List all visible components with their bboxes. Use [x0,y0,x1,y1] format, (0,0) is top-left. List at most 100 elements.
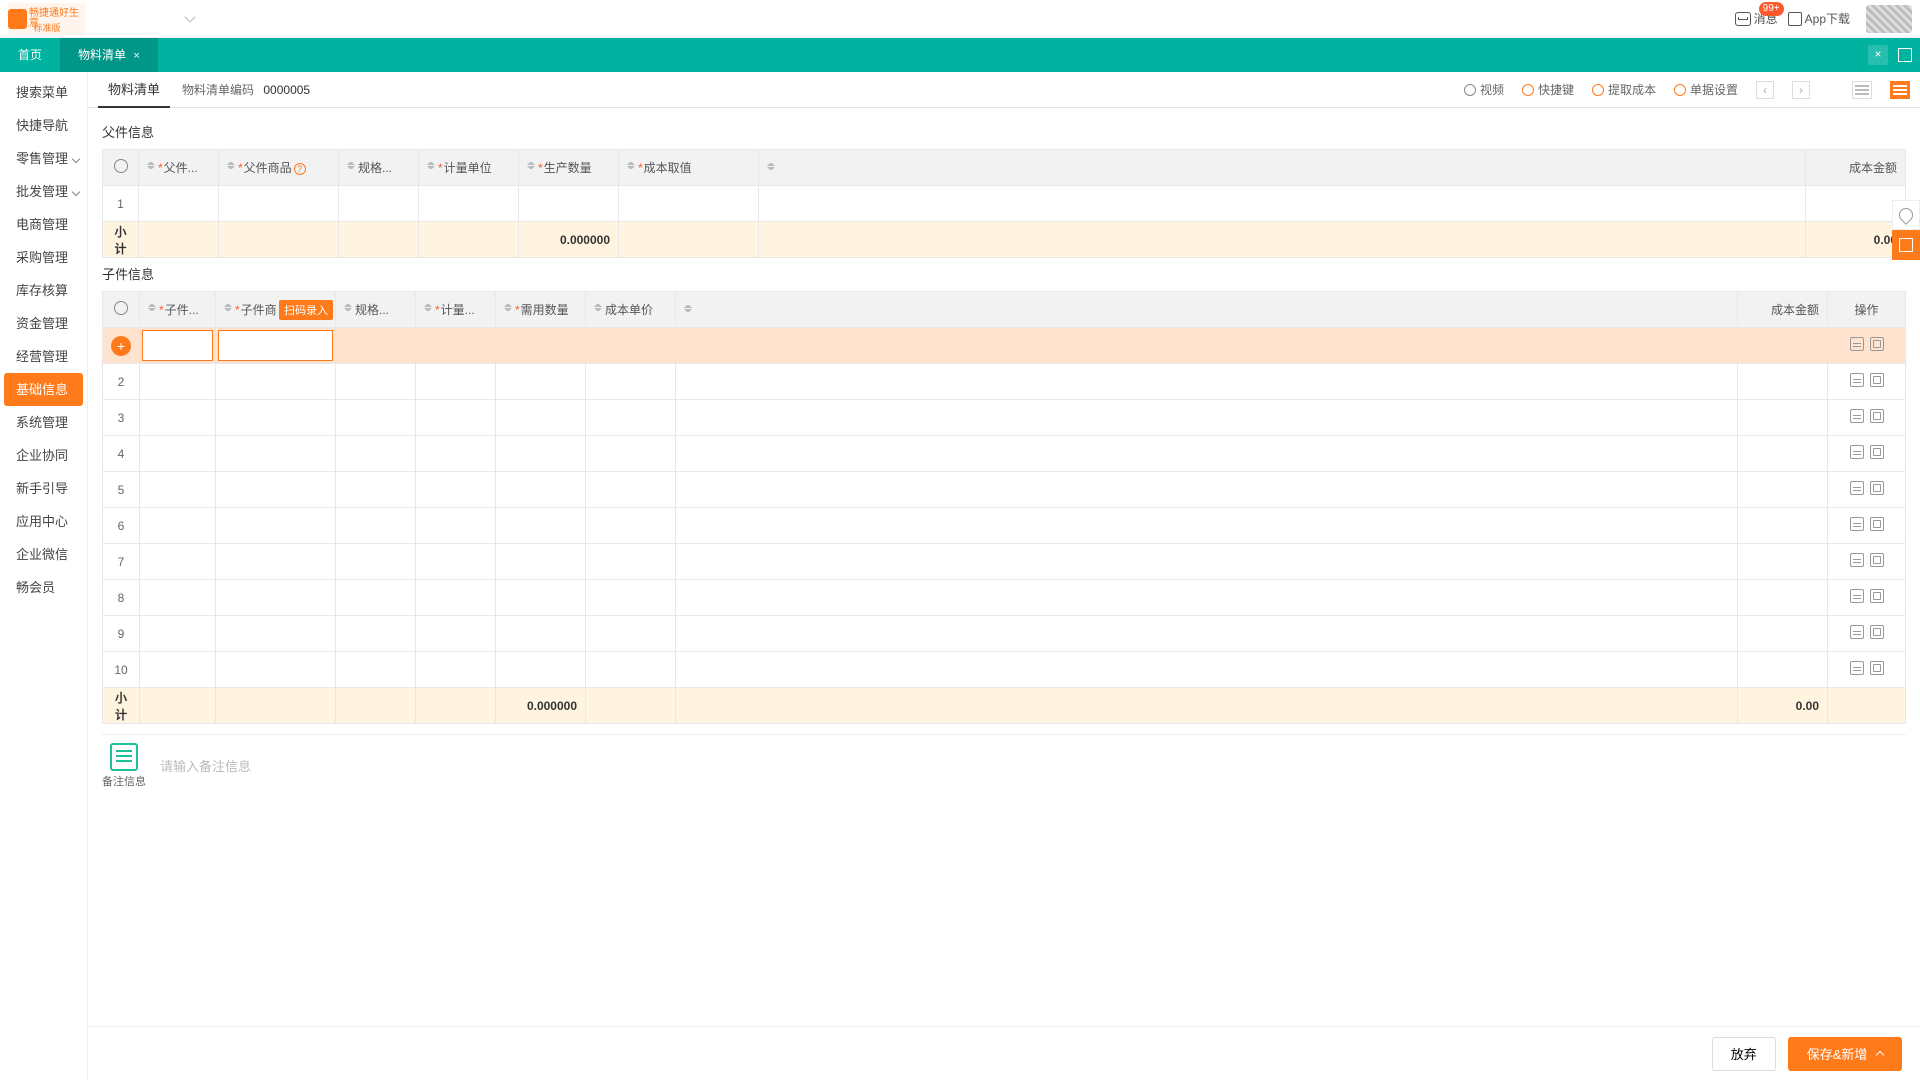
child-qty-total: 0.000000 [496,688,586,724]
close-icon[interactable]: × [133,50,139,62]
org-selector[interactable] [106,17,194,21]
sidebar-item[interactable]: 基础信息 [4,373,83,406]
child-section-title: 子件信息 [102,264,1906,283]
copy-row-button[interactable] [1870,409,1884,423]
col-child-spec[interactable]: 规格... [336,292,416,328]
child-row[interactable]: 5 [103,472,1906,508]
child-product-input[interactable] [218,330,333,361]
add-row-button[interactable]: + [111,336,131,356]
next-button[interactable]: › [1792,81,1810,99]
delete-row-button[interactable] [1850,337,1864,351]
sidebar-item[interactable]: 经营管理 [0,340,87,373]
sidebar-item[interactable]: 零售管理 [0,142,87,175]
tab-bom[interactable]: 物料清单 × [60,38,158,72]
col-parent-cost[interactable]: *成本取值 [619,150,759,186]
copy-row-button[interactable] [1870,553,1884,567]
sidebar-item[interactable]: 畅会员 [0,571,87,604]
sidebar-item[interactable]: 采购管理 [0,241,87,274]
copy-row-button[interactable] [1870,625,1884,639]
cancel-button[interactable]: 放弃 [1712,1037,1776,1071]
expand-panel-button[interactable] [1892,230,1920,260]
avatar[interactable] [1866,5,1912,33]
sidebar-item[interactable]: 搜索菜单 [0,76,87,109]
subtab-list[interactable]: 物料清单 [98,72,170,108]
delete-row-button[interactable] [1850,553,1864,567]
doc-setting-link[interactable]: 单据设置 [1674,81,1738,98]
col-child-price[interactable]: 成本单价 [586,292,676,328]
col-child-unit[interactable]: *计量... [416,292,496,328]
col-parent-code[interactable]: *父件... [139,150,219,186]
sidebar-item[interactable]: 企业微信 [0,538,87,571]
child-row[interactable]: 8 [103,580,1906,616]
sidebar-item[interactable]: 库存核算 [0,274,87,307]
child-row[interactable]: 3 [103,400,1906,436]
fullscreen-icon[interactable] [1898,48,1912,62]
extract-cost-link[interactable]: 提取成本 [1592,81,1656,98]
edit-layout-button[interactable] [1892,200,1920,230]
top-right: 消息 99+ App下载 [1735,5,1912,33]
sidebar-item[interactable]: 批发管理 [0,175,87,208]
sidebar-item[interactable]: 应用中心 [0,505,87,538]
sidebar-item[interactable]: 系统管理 [0,406,87,439]
shortcut-link[interactable]: 快捷键 [1522,81,1574,98]
child-row[interactable]: 4 [103,436,1906,472]
messages-link[interactable]: 消息 99+ [1735,10,1778,27]
delete-row-button[interactable] [1850,517,1864,531]
delete-row-button[interactable] [1850,481,1864,495]
remark-icon: 备注信息 [102,743,146,789]
scan-input-button[interactable]: 扫码录入 [279,300,333,320]
delete-row-button[interactable] [1850,373,1864,387]
download-icon [1788,12,1802,26]
col-settings[interactable] [103,292,140,328]
copy-row-button[interactable] [1870,481,1884,495]
sidebar-item[interactable]: 新手引导 [0,472,87,505]
view-list-button[interactable] [1852,81,1872,99]
delete-row-button[interactable] [1850,409,1864,423]
sidebar-item[interactable]: 快捷导航 [0,109,87,142]
prev-button[interactable]: ‹ [1756,81,1774,99]
delete-row-button[interactable] [1850,445,1864,459]
delete-row-button[interactable] [1850,589,1864,603]
child-row[interactable]: 10 [103,652,1906,688]
parent-row[interactable]: 1 [103,186,1906,222]
col-child-code[interactable]: *子件... [140,292,216,328]
tab-home[interactable]: 首页 [0,38,60,72]
delete-row-button[interactable] [1850,661,1864,675]
child-row[interactable]: 7 [103,544,1906,580]
sidebar-item[interactable]: 企业协同 [0,439,87,472]
col-child-amount[interactable]: 成本金额 [1738,292,1828,328]
chevron-down-icon [72,155,80,163]
remark-input[interactable] [160,746,1906,786]
copy-row-button[interactable] [1870,661,1884,675]
app-download-link[interactable]: App下载 [1788,10,1850,27]
close-all-button[interactable]: × [1868,45,1888,65]
copy-row-button[interactable] [1870,517,1884,531]
copy-row-button[interactable] [1870,373,1884,387]
help-icon[interactable]: ? [294,163,306,175]
col-parent-amount[interactable]: 成本金额 [1806,150,1906,186]
parent-table: *父件... *父件商品? 规格... *计量单位 *生产数量 *成本取值 成本… [102,149,1906,258]
sidebar-item[interactable]: 电商管理 [0,208,87,241]
copy-row-button[interactable] [1870,445,1884,459]
col-parent-product[interactable]: *父件商品? [219,150,339,186]
col-child-qty[interactable]: *需用数量 [496,292,586,328]
view-detail-button[interactable] [1890,81,1910,99]
col-parent-unit[interactable]: *计量单位 [419,150,519,186]
delete-row-button[interactable] [1850,625,1864,639]
col-child-product[interactable]: *子件商扫码录入 [216,292,336,328]
child-code-input[interactable] [142,330,213,361]
save-add-button[interactable]: 保存&新增 [1788,1037,1902,1071]
child-row[interactable]: 9 [103,616,1906,652]
col-parent-spec[interactable]: 规格... [339,150,419,186]
col-settings[interactable] [103,150,139,186]
pencil-icon [1896,205,1916,225]
copy-row-button[interactable] [1870,589,1884,603]
child-row[interactable]: + [103,328,1906,364]
video-link[interactable]: 视频 [1464,81,1504,98]
message-icon [1735,12,1751,26]
sidebar-item[interactable]: 资金管理 [0,307,87,340]
child-row[interactable]: 2 [103,364,1906,400]
child-row[interactable]: 6 [103,508,1906,544]
copy-row-button[interactable] [1870,337,1884,351]
col-parent-qty[interactable]: *生产数量 [519,150,619,186]
